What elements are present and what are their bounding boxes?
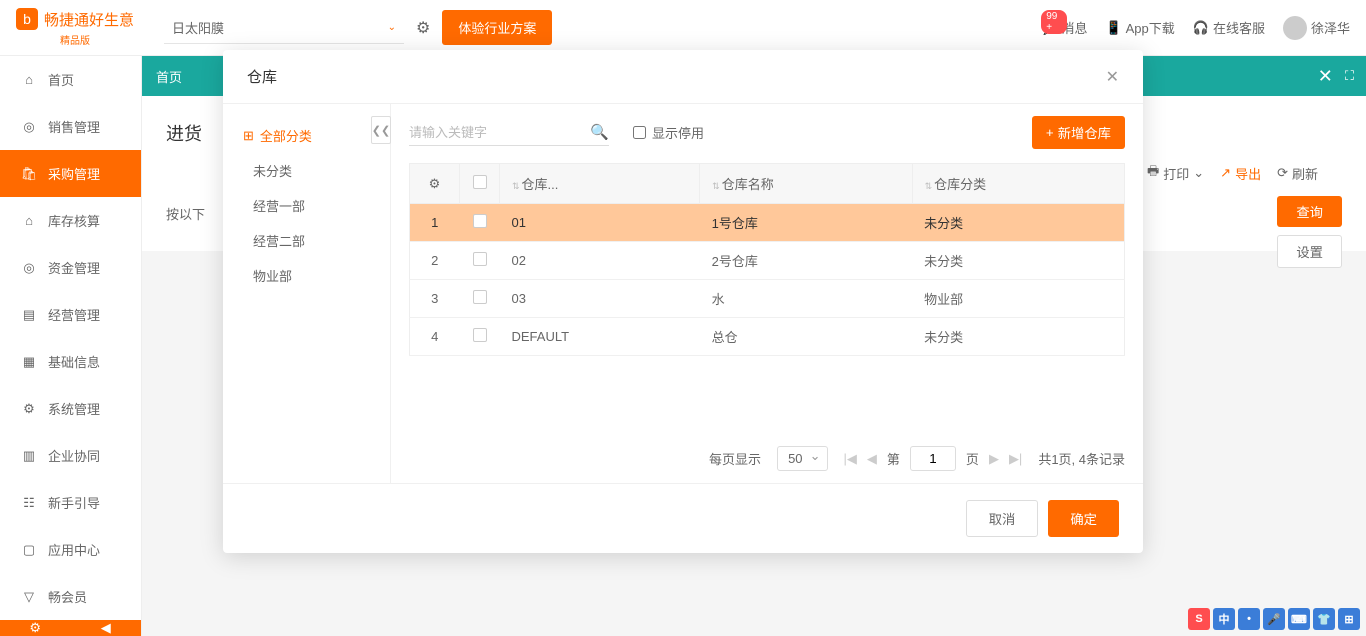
table-row[interactable]: 4 DEFAULT总仓未分类 <box>410 318 1125 356</box>
ime-sogou-icon[interactable]: S <box>1188 608 1210 630</box>
prev-page-icon[interactable]: ◀ <box>867 451 877 467</box>
row-check-cell <box>460 318 500 356</box>
row-code: 02 <box>500 242 700 280</box>
table-row[interactable]: 1 011号仓库未分类 <box>410 204 1125 242</box>
show-disabled-toggle[interactable]: 显示停用 <box>633 123 704 142</box>
category-panel: ❮❮ ⊞ 全部分类 未分类 经营一部 经营二部 物业部 <box>223 104 391 483</box>
category-item[interactable]: 经营一部 <box>223 188 390 223</box>
row-name: 总仓 <box>700 318 912 356</box>
row-index: 2 <box>410 242 460 280</box>
next-page-icon[interactable]: ▶ <box>989 451 999 467</box>
column-name[interactable]: ⇅仓库名称 <box>700 164 912 204</box>
page-prefix: 第 <box>887 449 900 468</box>
modal-overlay: 仓库 ✕ ❮❮ ⊞ 全部分类 未分类 经营一部 经营二部 物业部 <box>0 0 1366 636</box>
close-icon[interactable]: ✕ <box>1106 67 1119 87</box>
first-page-icon[interactable]: |◀ <box>844 451 857 467</box>
column-code[interactable]: ⇅仓库... <box>500 164 700 204</box>
modal-footer: 取消 确定 <box>223 483 1143 553</box>
warehouse-modal: 仓库 ✕ ❮❮ ⊞ 全部分类 未分类 经营一部 经营二部 物业部 <box>223 50 1143 553</box>
grid-icon: ⊞ <box>243 128 254 144</box>
per-page-select[interactable]: 50 <box>777 446 827 471</box>
page-input[interactable] <box>910 446 956 471</box>
show-disabled-checkbox[interactable] <box>633 126 646 139</box>
page-summary: 共1页, 4条记录 <box>1038 449 1125 468</box>
column-checkbox <box>460 164 500 204</box>
per-page-label: 每页显示 <box>709 449 761 468</box>
select-all-checkbox[interactable] <box>473 175 487 189</box>
ime-skin-icon[interactable]: 👕 <box>1313 608 1335 630</box>
row-checkbox[interactable] <box>473 328 487 342</box>
row-checkbox[interactable] <box>473 252 487 266</box>
table-row[interactable]: 2 022号仓库未分类 <box>410 242 1125 280</box>
row-name: 2号仓库 <box>700 242 912 280</box>
category-item[interactable]: 未分类 <box>223 153 390 188</box>
row-name: 水 <box>700 280 912 318</box>
ime-lang-icon[interactable]: 中 <box>1213 608 1235 630</box>
add-warehouse-button[interactable]: + 新增仓库 <box>1032 116 1125 149</box>
row-check-cell <box>460 242 500 280</box>
search-box: 🔍 <box>409 119 609 146</box>
category-item[interactable]: 物业部 <box>223 258 390 293</box>
ime-toolbar: S 中 • 🎤 ⌨ 👕 ⊞ <box>1188 608 1360 630</box>
column-settings[interactable]: ⚙ <box>410 164 460 204</box>
row-checkbox[interactable] <box>473 290 487 304</box>
warehouse-table: ⚙ ⇅仓库... ⇅仓库名称 ⇅仓库分类 1011号仓库未分类2022号仓库未分… <box>409 163 1125 356</box>
column-category[interactable]: ⇅仓库分类 <box>912 164 1124 204</box>
row-index: 3 <box>410 280 460 318</box>
ime-keyboard-icon[interactable]: ⌨ <box>1288 608 1310 630</box>
page-suffix: 页 <box>966 449 979 468</box>
row-checkbox[interactable] <box>473 214 487 228</box>
row-code: DEFAULT <box>500 318 700 356</box>
modal-body: ❮❮ ⊞ 全部分类 未分类 经营一部 经营二部 物业部 🔍 <box>223 103 1143 483</box>
search-input[interactable] <box>409 125 590 140</box>
page-nav: |◀ ◀ 第 页 ▶ ▶| <box>844 446 1023 471</box>
row-category: 未分类 <box>912 204 1124 242</box>
table-panel: 🔍 显示停用 + 新增仓库 ⚙ <box>391 104 1143 483</box>
confirm-button[interactable]: 确定 <box>1048 500 1119 537</box>
search-icon[interactable]: 🔍 <box>590 123 609 141</box>
row-category: 未分类 <box>912 318 1124 356</box>
collapse-handle[interactable]: ❮❮ <box>371 116 391 144</box>
row-code: 01 <box>500 204 700 242</box>
row-index: 4 <box>410 318 460 356</box>
ime-mic-icon[interactable]: 🎤 <box>1263 608 1285 630</box>
ime-punct-icon[interactable]: • <box>1238 608 1260 630</box>
ime-menu-icon[interactable]: ⊞ <box>1338 608 1360 630</box>
row-category: 未分类 <box>912 242 1124 280</box>
modal-header: 仓库 ✕ <box>223 50 1143 103</box>
cancel-button[interactable]: 取消 <box>966 500 1039 537</box>
modal-title: 仓库 <box>247 66 277 87</box>
last-page-icon[interactable]: ▶| <box>1009 451 1022 467</box>
category-all[interactable]: ⊞ 全部分类 <box>223 118 390 153</box>
plus-icon: + <box>1046 125 1054 140</box>
row-category: 物业部 <box>912 280 1124 318</box>
search-row: 🔍 显示停用 + 新增仓库 <box>409 116 1125 149</box>
row-check-cell <box>460 204 500 242</box>
row-code: 03 <box>500 280 700 318</box>
category-item[interactable]: 经营二部 <box>223 223 390 258</box>
row-check-cell <box>460 280 500 318</box>
table-row[interactable]: 3 03水物业部 <box>410 280 1125 318</box>
pagination: 每页显示 50 |◀ ◀ 第 页 ▶ ▶| 共1页, 4条记录 <box>409 430 1125 471</box>
row-name: 1号仓库 <box>700 204 912 242</box>
row-index: 1 <box>410 204 460 242</box>
